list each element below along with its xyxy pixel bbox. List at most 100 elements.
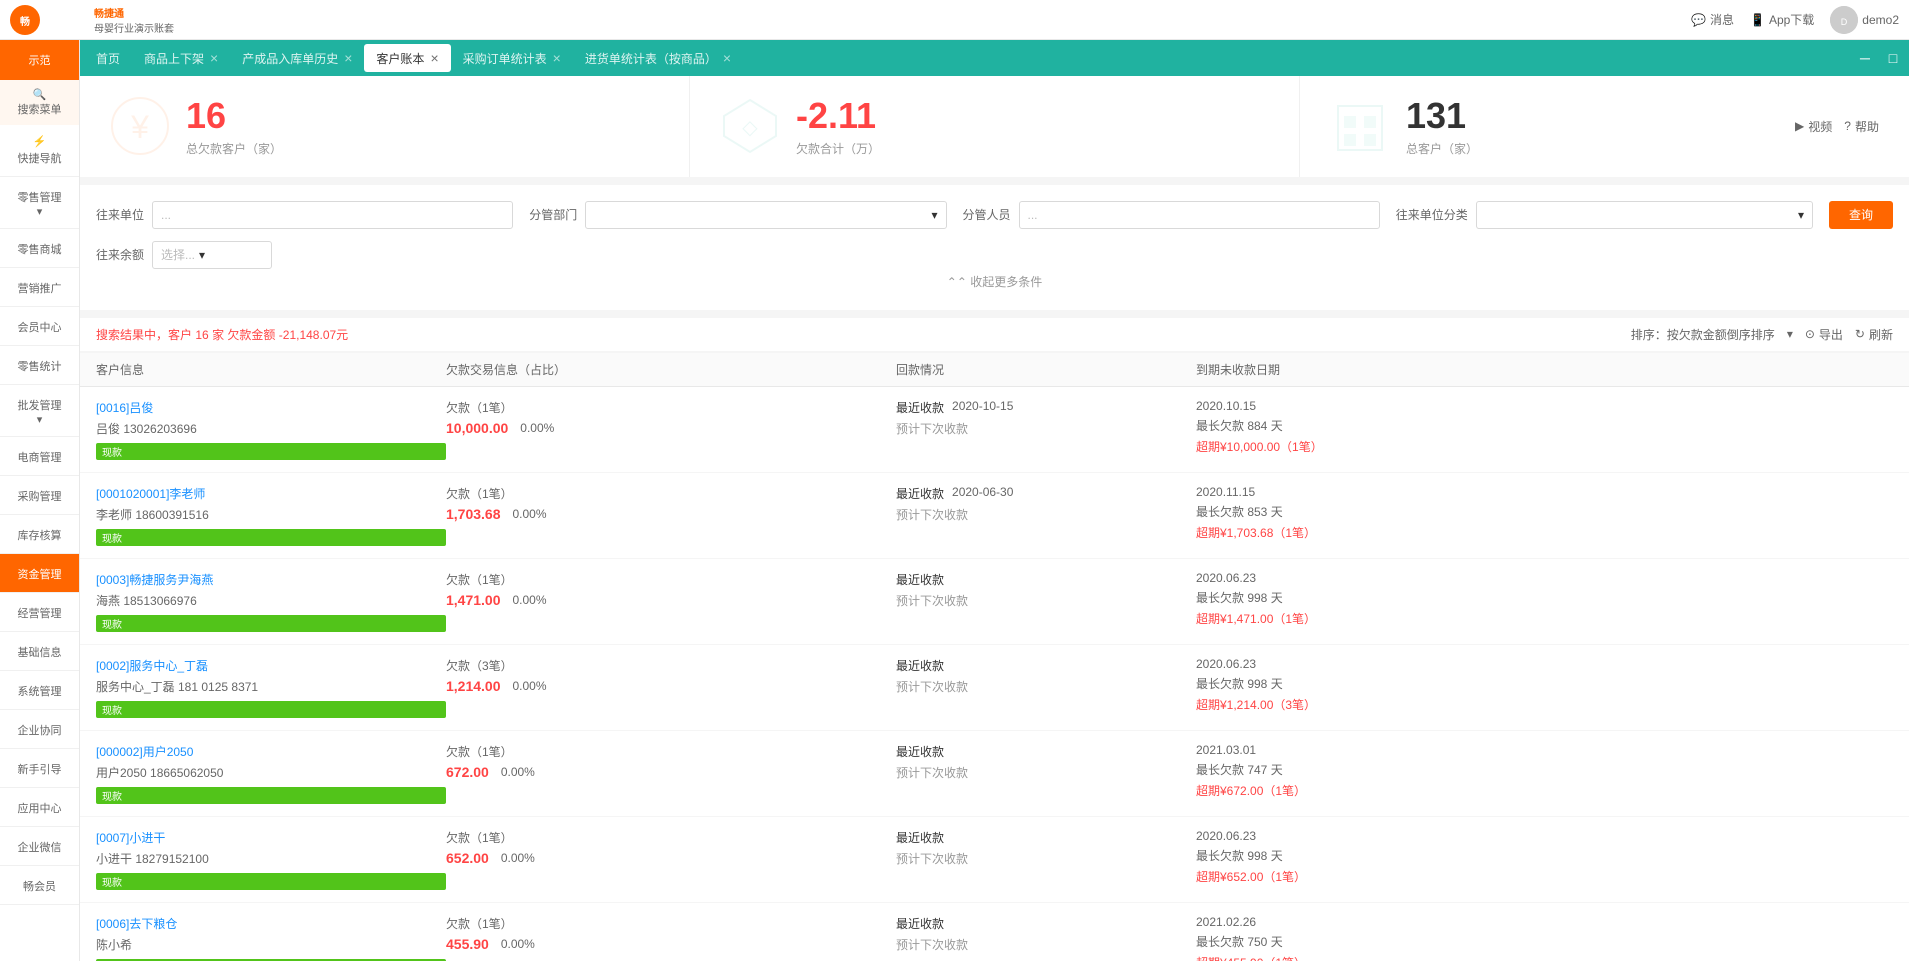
from-unit-input[interactable]: ...	[152, 201, 513, 229]
tab-produce-history[interactable]: 产成品入库单历史 ×	[230, 44, 364, 72]
sidebar-item-retail-stats[interactable]: 零售统计	[0, 346, 79, 385]
debt-info-3: 欠款（3笔） 1,214.00 0.00%	[446, 657, 896, 694]
sidebar-item-retail-manage[interactable]: 零售管理▾	[0, 177, 79, 229]
sidebar-item-basic-info[interactable]: 基础信息	[0, 632, 79, 671]
sidebar-search[interactable]: 🔍 搜索菜单	[0, 80, 79, 125]
dept-label: 分管部门	[529, 206, 577, 223]
apps-label: 应用中心	[4, 800, 75, 816]
sidebar-item-apps[interactable]: 应用中心	[0, 788, 79, 827]
export-btn[interactable]: ⊙ 导出	[1805, 326, 1843, 343]
overdue-amount-3[interactable]: 超期¥1,214.00（3笔）	[1196, 696, 1893, 713]
store-name: 母婴行业演示账套	[94, 20, 174, 35]
tab-customer-account-close[interactable]: ×	[430, 51, 438, 65]
tab-collapse-btn[interactable]: ─	[1853, 46, 1877, 70]
sidebar-item-newbie[interactable]: 新手引导	[0, 749, 79, 788]
svg-text:◇: ◇	[742, 117, 758, 139]
dept-select[interactable]: ▾	[585, 201, 946, 229]
overdue-info-2: 2020.06.23 最长欠款 998 天 超期¥1,471.00（1笔）	[1196, 571, 1893, 627]
th-overdue: 到期未收款日期	[1196, 361, 1893, 378]
message-btn[interactable]: 💬 消息	[1691, 11, 1734, 28]
sidebar-item-retail-mall[interactable]: 零售商城	[0, 229, 79, 268]
sidebar-item-weixin[interactable]: 企业微信	[0, 827, 79, 866]
tab-purchase-order-close[interactable]: ×	[553, 51, 561, 65]
recovery-label-1: 最近收款	[896, 485, 944, 502]
overdue-amount-6[interactable]: 超期¥455.90（1笔）	[1196, 954, 1893, 961]
balance-select[interactable]: 选择... ▾	[152, 241, 272, 269]
overdue-days-0: 最长欠款 884 天	[1196, 417, 1893, 434]
sidebar-item-ecommerce[interactable]: 电商管理	[0, 437, 79, 476]
customer-info-5: [0007]小进干 小进干 18279152100 现款	[96, 829, 446, 890]
tab-purchase-order[interactable]: 采购订单统计表 ×	[451, 44, 573, 72]
vip-label: 畅会员	[4, 878, 75, 894]
overdue-amount-5[interactable]: 超期¥652.00（1笔）	[1196, 868, 1893, 885]
collapse-label: 收起更多条件	[970, 275, 1042, 289]
tab-product-off[interactable]: 商品上下架 ×	[132, 44, 230, 72]
collapse-btn[interactable]: ⌃⌃ 收起更多条件	[96, 269, 1893, 294]
tab-inbound-stats[interactable]: 进货单统计表（按商品） ×	[573, 44, 743, 72]
marketing-label: 营销推广	[4, 280, 75, 296]
sidebar-item-finance[interactable]: 资金管理	[0, 554, 79, 593]
overdue-info-1: 2020.11.15 最长欠款 853 天 超期¥1,703.68（1笔）	[1196, 485, 1893, 541]
customer-name-1[interactable]: [0001020001]李老师	[96, 485, 446, 502]
sidebar-item-marketing[interactable]: 营销推广	[0, 268, 79, 307]
refresh-btn[interactable]: ↻ 刷新	[1855, 326, 1893, 343]
tab-expand-btn[interactable]: □	[1881, 46, 1905, 70]
debt-percent-3: 0.00%	[513, 679, 547, 693]
tab-home[interactable]: 首页	[84, 44, 132, 72]
sort-label: 排序：按欠款金额倒序排序	[1631, 326, 1775, 343]
balance-label: 往来余额	[96, 246, 144, 263]
svg-text:畅: 畅	[20, 15, 30, 28]
user-menu[interactable]: D demo2	[1830, 6, 1899, 34]
customer-name-4[interactable]: [000002]用户2050	[96, 743, 446, 760]
overdue-days-2: 最长欠款 998 天	[1196, 589, 1893, 606]
stat-icon-yuan: ¥	[110, 96, 170, 156]
overdue-amount-1[interactable]: 超期¥1,703.68（1笔）	[1196, 524, 1893, 541]
sidebar-item-vip[interactable]: 畅会员	[0, 866, 79, 905]
customer-name-2[interactable]: [0003]畅捷服务尹海燕	[96, 571, 446, 588]
overdue-amount-2[interactable]: 超期¥1,471.00（1笔）	[1196, 610, 1893, 627]
sidebar-item-enterprise[interactable]: 企业协同	[0, 710, 79, 749]
unit-category-select[interactable]: ▾	[1476, 201, 1813, 229]
app-download-label: App下载	[1769, 11, 1814, 28]
table-header: 客户信息 欠款交易信息（占比） 回款情况 到期未收款日期	[80, 353, 1909, 387]
table-wrapper: 客户信息 欠款交易信息（占比） 回款情况 到期未收款日期 [0016]吕俊 吕俊…	[80, 353, 1909, 961]
overdue-amount-0[interactable]: 超期¥10,000.00（1笔）	[1196, 438, 1893, 455]
sidebar-item-quick-nav[interactable]: ⚡ 快捷导航	[0, 125, 79, 177]
app-download-btn[interactable]: 📱 App下载	[1750, 11, 1814, 28]
filter-item-from-unit: 往来单位 ...	[96, 201, 513, 229]
tab-bar: 首页 商品上下架 × 产成品入库单历史 × 客户账本 × 采购订单统计表 ×	[80, 40, 1909, 76]
sidebar-item-system[interactable]: 系统管理	[0, 671, 79, 710]
help-btn[interactable]: ? 帮助	[1844, 118, 1879, 135]
debt-count-3: 欠款（3笔）	[446, 657, 896, 674]
table-row: [0001020001]李老师 李老师 18600391516 现款 欠款（1笔…	[80, 473, 1909, 559]
search-button[interactable]: 查询	[1829, 201, 1893, 229]
recovery-date-row-1: 最近收款 2020-06-30	[896, 485, 1196, 502]
customer-name-6[interactable]: [0006]去下粮仓	[96, 915, 446, 932]
sidebar-item-inventory[interactable]: 库存核算	[0, 515, 79, 554]
export-icon: ⊙	[1805, 327, 1815, 341]
recovery-date-0: 2020-10-15	[952, 399, 1013, 416]
tab-inbound-stats-close[interactable]: ×	[723, 51, 731, 65]
overdue-days-1: 最长欠款 853 天	[1196, 503, 1893, 520]
stat-number-customers: 16	[186, 96, 659, 136]
sidebar-item-purchase[interactable]: 采购管理	[0, 476, 79, 515]
customer-name-5[interactable]: [0007]小进干	[96, 829, 446, 846]
overdue-days-3: 最长欠款 998 天	[1196, 675, 1893, 692]
tab-customer-account[interactable]: 客户账本 ×	[364, 44, 450, 72]
video-btn[interactable]: ▶ 视频	[1795, 118, 1832, 135]
svg-text:D: D	[1841, 17, 1848, 27]
customer-phone-6: 陈小希	[96, 936, 446, 953]
sidebar-item-operation[interactable]: 经营管理	[0, 593, 79, 632]
ecommerce-label: 电商管理	[4, 449, 75, 465]
export-label: 导出	[1819, 326, 1843, 343]
customer-name-0[interactable]: [0016]吕俊	[96, 399, 446, 416]
person-input[interactable]: ...	[1019, 201, 1380, 229]
overdue-amount-4[interactable]: 超期¥672.00（1笔）	[1196, 782, 1893, 799]
balance-chevron-icon: ▾	[199, 248, 205, 262]
customer-name-3[interactable]: [0002]服务中心_丁磊	[96, 657, 446, 674]
customer-tag-1: 现款	[96, 529, 446, 546]
tab-product-off-close[interactable]: ×	[210, 51, 218, 65]
tab-produce-history-close[interactable]: ×	[344, 51, 352, 65]
sidebar-item-member[interactable]: 会员中心	[0, 307, 79, 346]
sidebar-item-batch-manage[interactable]: 批发管理▾	[0, 385, 79, 437]
